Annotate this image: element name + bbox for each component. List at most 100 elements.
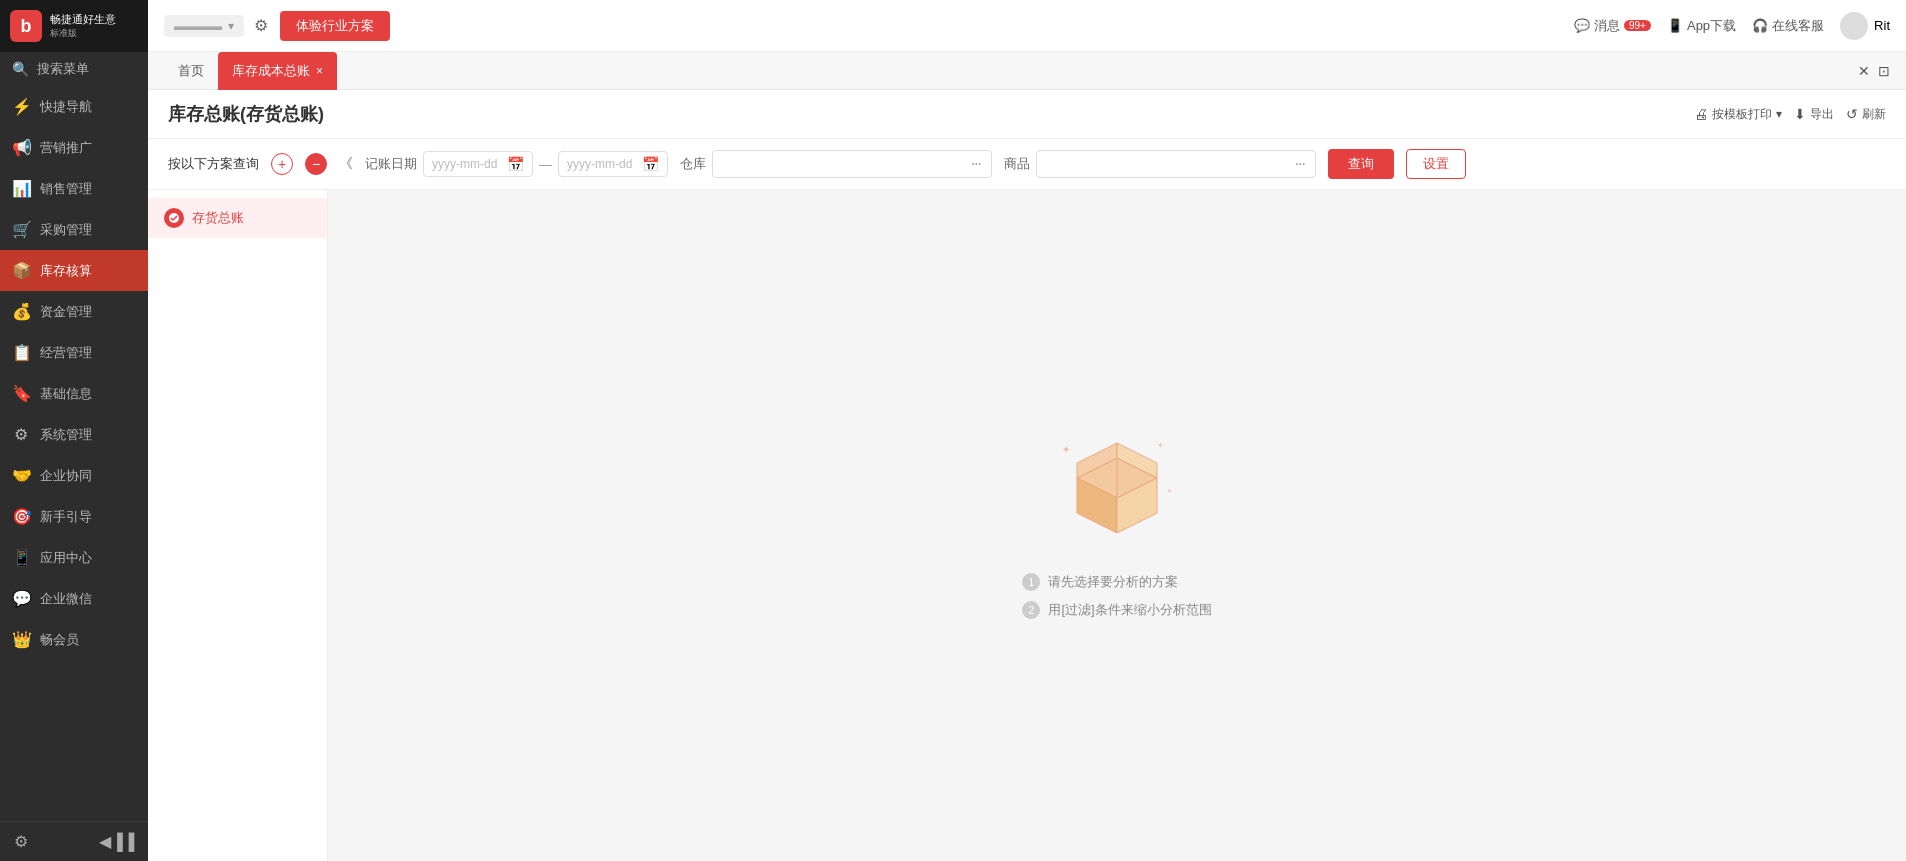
breadcrumb-text: ▬▬▬▬ [174, 19, 222, 33]
date-filter-group: 记账日期 yyyy-mm-dd 📅 — yyyy-mm-dd 📅 [365, 151, 668, 177]
page-title: 库存总账(存货总账) [168, 102, 324, 138]
sidebar-item-purchase[interactable]: 🛒 采购管理 [0, 209, 148, 250]
sidebar-menu: ⚡ 快捷导航 📢 营销推广 📊 销售管理 🛒 采购管理 📦 库存核算 💰 资金管… [0, 86, 148, 821]
app-center-icon: 📱 [12, 548, 30, 567]
warehouse-more-icon: ··· [971, 155, 981, 173]
guide-icon: 🎯 [12, 507, 30, 526]
sidebar-item-marketing[interactable]: 📢 营销推广 [0, 127, 148, 168]
sidebar-item-inventory[interactable]: 📦 库存核算 [0, 250, 148, 291]
search-menu[interactable]: 🔍 搜索菜单 [0, 52, 148, 86]
tab-resize-icon[interactable]: ⊡ [1878, 63, 1890, 79]
product-label: 商品 [1004, 155, 1030, 173]
empty-state: ✦ ✦ ✦ 1 请先选择要分析的方案 2 用[过滤]条件来缩 [1022, 433, 1211, 619]
sidebar-item-basic-info[interactable]: 🔖 基础信息 [0, 373, 148, 414]
filter-label: 按以下方案查询 [168, 155, 259, 173]
tab-inventory-cost[interactable]: 库存成本总账 × [218, 52, 337, 90]
refresh-icon: ↺ [1846, 106, 1858, 122]
wechat-icon: 💬 [12, 589, 30, 608]
message-icon: 💬 [1574, 18, 1590, 33]
product-filter-group: 商品 ··· [1004, 150, 1316, 178]
filter-remove-btn[interactable]: − [305, 153, 327, 175]
print-btn[interactable]: 🖨 按模板打印 ▾ [1694, 106, 1782, 123]
page-area: 库存总账(存货总账) 🖨 按模板打印 ▾ ⬇ 导出 ↺ 刷新 按以下方案查询 [148, 90, 1906, 861]
quick-nav-icon: ⚡ [12, 97, 30, 116]
marketing-icon: 📢 [12, 138, 30, 157]
sidebar-item-quick-nav[interactable]: ⚡ 快捷导航 [0, 86, 148, 127]
sales-icon: 📊 [12, 179, 30, 198]
topbar-settings-icon[interactable]: ⚙ [254, 16, 268, 35]
filter-add-btn[interactable]: + [271, 153, 293, 175]
scheme-icon [164, 208, 184, 228]
print-icon: 🖨 [1694, 106, 1708, 122]
sidebar-item-guide[interactable]: 🎯 新手引导 [0, 496, 148, 537]
purchase-icon: 🛒 [12, 220, 30, 239]
svg-text:✦: ✦ [1167, 488, 1172, 494]
content-body: 存货总账 [148, 190, 1906, 861]
page-header: 库存总账(存货总账) 🖨 按模板打印 ▾ ⬇ 导出 ↺ 刷新 [148, 90, 1906, 139]
footer-audio-icon[interactable]: ◀▐▐ [99, 832, 134, 851]
message-btn[interactable]: 💬 消息 99+ [1574, 17, 1651, 35]
sidebar-item-member[interactable]: 👑 畅会员 [0, 619, 148, 660]
industry-btn[interactable]: 体验行业方案 [280, 11, 390, 41]
online-service-btn[interactable]: 🎧 在线客服 [1752, 17, 1824, 35]
sidebar-item-system[interactable]: ⚙ 系统管理 [0, 414, 148, 455]
sidebar-item-wechat[interactable]: 💬 企业微信 [0, 578, 148, 619]
print-dropdown-icon: ▾ [1776, 107, 1782, 121]
topbar-right: 💬 消息 99+ 📱 App下载 🎧 在线客服 Rit [1574, 12, 1890, 40]
member-icon: 👑 [12, 630, 30, 649]
tip-item-2: 2 用[过滤]条件来缩小分析范围 [1022, 601, 1211, 619]
inventory-icon: 📦 [12, 261, 30, 280]
date-to-input[interactable]: yyyy-mm-dd 📅 [558, 151, 668, 177]
svg-text:✦: ✦ [1062, 444, 1070, 455]
tab-close-panel-icon[interactable]: ✕ [1858, 63, 1870, 79]
right-panel: ✦ ✦ ✦ 1 请先选择要分析的方案 2 用[过滤]条件来缩 [328, 190, 1906, 861]
tip-item-1: 1 请先选择要分析的方案 [1022, 573, 1211, 591]
product-select[interactable]: ··· [1036, 150, 1316, 178]
date-from-input[interactable]: yyyy-mm-dd 📅 [423, 151, 533, 177]
export-btn[interactable]: ⬇ 导出 [1794, 106, 1834, 123]
tip-num-1: 1 [1022, 573, 1040, 591]
finance-icon: 💰 [12, 302, 30, 321]
main-content: ▬▬▬▬ ▾ ⚙ 体验行业方案 💬 消息 99+ 📱 App下载 🎧 在线客服 [148, 0, 1906, 861]
sidebar-footer: ⚙ ◀▐▐ [0, 821, 148, 861]
date-separator: — [539, 157, 552, 172]
date-label: 记账日期 [365, 155, 417, 173]
tabbar: 首页 库存成本总账 × ✕ ⊡ [148, 52, 1906, 90]
user-menu[interactable]: Rit [1840, 12, 1890, 40]
product-more-icon: ··· [1295, 155, 1305, 173]
sidebar-item-app-center[interactable]: 📱 应用中心 [0, 537, 148, 578]
warehouse-filter-group: 仓库 ··· [680, 150, 992, 178]
app-download-btn[interactable]: 📱 App下载 [1667, 17, 1736, 35]
filter-collapse-btn[interactable]: 《 [339, 155, 353, 173]
tab-close-icon[interactable]: × [316, 64, 323, 78]
sidebar: b 畅捷通好生意 标准版 🔍 搜索菜单 ⚡ 快捷导航 📢 营销推广 📊 销售管理… [0, 0, 148, 861]
app-download-icon: 📱 [1667, 18, 1683, 33]
calendar-to-icon: 📅 [642, 156, 659, 172]
topbar: ▬▬▬▬ ▾ ⚙ 体验行业方案 💬 消息 99+ 📱 App下载 🎧 在线客服 [148, 0, 1906, 52]
enterprise-icon: 🤝 [12, 466, 30, 485]
search-icon: 🔍 [12, 61, 29, 77]
tab-home[interactable]: 首页 [164, 52, 218, 90]
logo-icon: b [10, 10, 42, 42]
footer-settings-icon[interactable]: ⚙ [14, 832, 28, 851]
headset-icon: 🎧 [1752, 18, 1768, 33]
scheme-item-inventory-total[interactable]: 存货总账 [148, 198, 327, 238]
left-panel: 存货总账 [148, 190, 328, 861]
settings-btn[interactable]: 设置 [1406, 149, 1466, 179]
system-icon: ⚙ [12, 425, 30, 444]
warehouse-select[interactable]: ··· [712, 150, 992, 178]
tip-num-2: 2 [1022, 601, 1040, 619]
sidebar-item-enterprise[interactable]: 🤝 企业协同 [0, 455, 148, 496]
sidebar-item-operations[interactable]: 📋 经营管理 [0, 332, 148, 373]
avatar [1840, 12, 1868, 40]
basic-info-icon: 🔖 [12, 384, 30, 403]
sidebar-item-sales[interactable]: 📊 销售管理 [0, 168, 148, 209]
page-header-actions: 🖨 按模板打印 ▾ ⬇ 导出 ↺ 刷新 [1694, 106, 1886, 135]
refresh-btn[interactable]: ↺ 刷新 [1846, 106, 1886, 123]
filter-bar: 按以下方案查询 + − 《 记账日期 yyyy-mm-dd 📅 — yyyy-m… [148, 139, 1906, 190]
export-icon: ⬇ [1794, 106, 1806, 122]
query-btn[interactable]: 查询 [1328, 149, 1394, 179]
breadcrumb[interactable]: ▬▬▬▬ ▾ [164, 15, 244, 37]
sidebar-item-finance[interactable]: 💰 资金管理 [0, 291, 148, 332]
svg-text:✦: ✦ [1157, 441, 1164, 450]
